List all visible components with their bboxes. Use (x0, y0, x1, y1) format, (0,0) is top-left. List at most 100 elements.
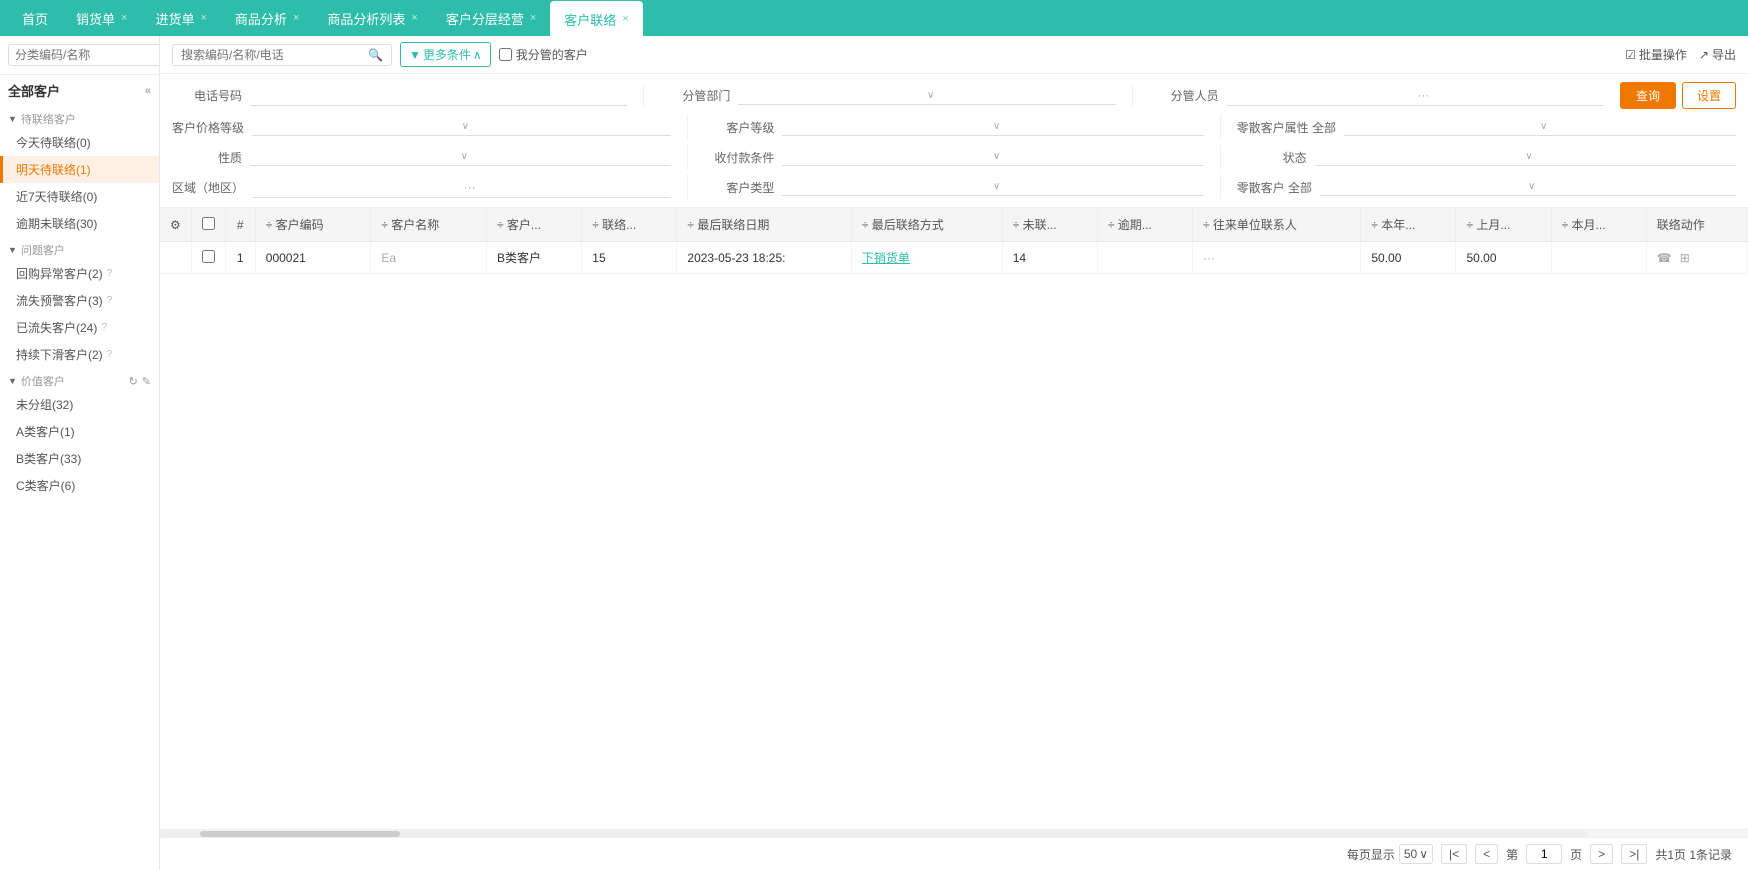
td-last-contact-method[interactable]: 下销货单 (851, 242, 1002, 274)
sidebar-search-input[interactable] (8, 44, 160, 66)
export-btn[interactable]: ↗ 导出 (1699, 46, 1736, 63)
filter-divider-3 (687, 115, 688, 139)
filter-region-dots-icon[interactable]: ··· (464, 180, 668, 194)
filter-divider-4 (1220, 115, 1221, 139)
th-checkbox[interactable] (191, 208, 225, 242)
td-this-year: 50.00 (1361, 242, 1456, 274)
th-this-year[interactable]: ÷ 本年... (1361, 208, 1456, 242)
nav-home[interactable]: 首页 (8, 9, 62, 28)
th-settings[interactable]: ⚙ (160, 208, 191, 242)
filter-customer-type-select[interactable]: ∨ (782, 178, 1203, 196)
sidebar-item-churn-warn[interactable]: 流失预警客户(3) ? (0, 287, 159, 314)
batch-operation-btn[interactable]: ☑ 批量操作 (1625, 46, 1687, 63)
th-type[interactable]: ÷ 客户... (487, 208, 582, 242)
td-settings (160, 242, 191, 274)
th-not-contacted[interactable]: ÷ 未联... (1002, 208, 1097, 242)
sidebar-value-refresh-icon[interactable]: ↻ (129, 375, 138, 388)
filter-customer-level-select[interactable]: ∨ (782, 118, 1203, 136)
nav-tab-4[interactable]: 客户分层经营 × (432, 0, 550, 36)
filter-arrow-icon: ∧ (473, 48, 482, 62)
filter-nature-select[interactable]: ∨ (250, 148, 671, 166)
sidebar-item-class-b[interactable]: B类客户(33) (0, 445, 159, 472)
th-contacts[interactable]: ÷ 联络... (582, 208, 677, 242)
th-code[interactable]: ÷ 客户编码 (255, 208, 371, 242)
filter-dept-select[interactable]: ∨ (738, 87, 1115, 105)
close-tab-5-icon[interactable]: × (622, 13, 628, 25)
select-all-checkbox[interactable] (202, 217, 215, 230)
page-last-btn[interactable]: >| (1621, 844, 1647, 864)
table-footer: 每页显示 50 ∨ |< < 第 页 > >| 共1页 1条记录 (160, 837, 1748, 870)
sidebar-item-class-c[interactable]: C类客户(6) (0, 472, 159, 499)
close-tab-1-icon[interactable]: × (200, 12, 206, 24)
last-contact-link[interactable]: 下销货单 (862, 251, 910, 265)
filter-region-select[interactable]: ··· (252, 177, 671, 198)
toolbar: 🔍 ▼ 更多条件 ∧ 我分管的客户 ☑ 批量操作 ↗ 导出 (160, 36, 1748, 74)
nav-tab-1[interactable]: 进货单 × (141, 0, 220, 36)
churned-help-icon[interactable]: ? (101, 322, 107, 333)
th-last-month[interactable]: ÷ 上月... (1456, 208, 1551, 242)
nav-tab-3[interactable]: 商品分析列表 × (313, 0, 431, 36)
sidebar-item-overdue[interactable]: 逾期未联络(30) (0, 210, 159, 237)
filter-phone-input[interactable] (250, 85, 627, 106)
my-customers-checkbox[interactable]: 我分管的客户 (499, 46, 588, 63)
th-last-contact-method[interactable]: ÷ 最后联络方式 (851, 208, 1002, 242)
declining-help-icon[interactable]: ? (107, 349, 113, 360)
td-checkbox[interactable] (191, 242, 225, 274)
repurchase-help-icon[interactable]: ? (107, 268, 113, 279)
th-this-month[interactable]: ÷ 本月... (1551, 208, 1646, 242)
page-prev-btn[interactable]: < (1475, 844, 1498, 864)
th-unit-contact[interactable]: ÷ 往来单位联系人 (1192, 208, 1360, 242)
sidebar-all-customers[interactable]: 全部客户 « (0, 75, 159, 106)
scrollbar-track[interactable] (160, 831, 1588, 837)
sidebar-item-today[interactable]: 今天待联络(0) (0, 129, 159, 156)
nav-tab-0[interactable]: 销货单 × (62, 0, 141, 36)
toolbar-filter-btn[interactable]: ▼ 更多条件 ∧ (400, 42, 491, 67)
sidebar-item-repurchase[interactable]: 回购异常客户(2) ? (0, 260, 159, 287)
filter-price-level-select[interactable]: ∨ (252, 118, 671, 136)
sidebar-item-class-a[interactable]: A类客户(1) (0, 418, 159, 445)
filter-divider-1 (643, 84, 644, 108)
export-icon: ↗ (1699, 48, 1709, 62)
page-number-input[interactable] (1526, 844, 1562, 864)
sidebar-item-tomorrow[interactable]: 明天待联络(1) (0, 156, 159, 183)
th-last-contact-date[interactable]: ÷ 最后联络日期 (677, 208, 851, 242)
filter-status-arrow-icon: ∨ (1525, 151, 1732, 162)
sidebar-item-ungrouped[interactable]: 未分组(32) (0, 391, 159, 418)
close-tab-0-icon[interactable]: × (121, 12, 127, 24)
filter-person-dots-icon[interactable]: ··· (1417, 88, 1600, 102)
sidebar-item-churned[interactable]: 已流失客户(24) ? (0, 314, 159, 341)
my-customers-checkbox-input[interactable] (499, 48, 512, 61)
sidebar-item-7days[interactable]: 近7天待联络(0) (0, 183, 159, 210)
td-code: 000021 (255, 242, 371, 274)
page-next-btn[interactable]: > (1590, 844, 1613, 864)
page-size-select[interactable]: 50 ∨ (1399, 844, 1433, 864)
close-tab-4-icon[interactable]: × (530, 12, 536, 24)
churn-warn-help-icon[interactable]: ? (107, 295, 113, 306)
filter-scatter-select[interactable]: ∨ (1320, 178, 1736, 196)
filter-payment-select[interactable]: ∨ (782, 148, 1203, 166)
sidebar-value-edit-icon[interactable]: ✎ (142, 375, 151, 388)
scrollbar-thumb[interactable] (200, 831, 400, 837)
toolbar-search-input[interactable] (181, 48, 364, 62)
filter-status-select[interactable]: ∨ (1315, 148, 1736, 166)
setting-button[interactable]: 设置 (1682, 82, 1736, 109)
total-records-label: 共1页 1条记录 (1655, 846, 1732, 863)
sidebar-item-declining[interactable]: 持续下滑客户(2) ? (0, 341, 159, 368)
th-name[interactable]: ÷ 客户名称 (371, 208, 487, 242)
row-checkbox[interactable] (202, 250, 215, 263)
close-tab-3-icon[interactable]: × (411, 12, 417, 24)
nav-tab-2[interactable]: 商品分析 × (221, 0, 313, 36)
phone-action-icon[interactable]: ☎ (1657, 251, 1672, 265)
grid-action-icon[interactable]: ⊞ (1680, 251, 1690, 265)
table-wrap: ⚙ # ÷ 客户编码 ÷ 客户名称 ÷ 客户... ÷ 联络... ÷ 最后联络… (160, 208, 1748, 829)
page-first-btn[interactable]: |< (1441, 844, 1467, 864)
query-button[interactable]: 查询 (1620, 82, 1676, 109)
th-overdue[interactable]: ÷ 逾期... (1097, 208, 1192, 242)
filter-scatter-attr-select[interactable]: ∨ (1344, 118, 1736, 136)
sidebar-collapse-icon[interactable]: « (145, 85, 151, 97)
close-tab-2-icon[interactable]: × (293, 12, 299, 24)
nav-tab-5[interactable]: 客户联络 × (550, 1, 642, 37)
scrollbar-area (160, 829, 1748, 837)
filter-person-select[interactable]: ··· (1227, 85, 1604, 106)
toolbar-search-icon[interactable]: 🔍 (368, 48, 383, 62)
